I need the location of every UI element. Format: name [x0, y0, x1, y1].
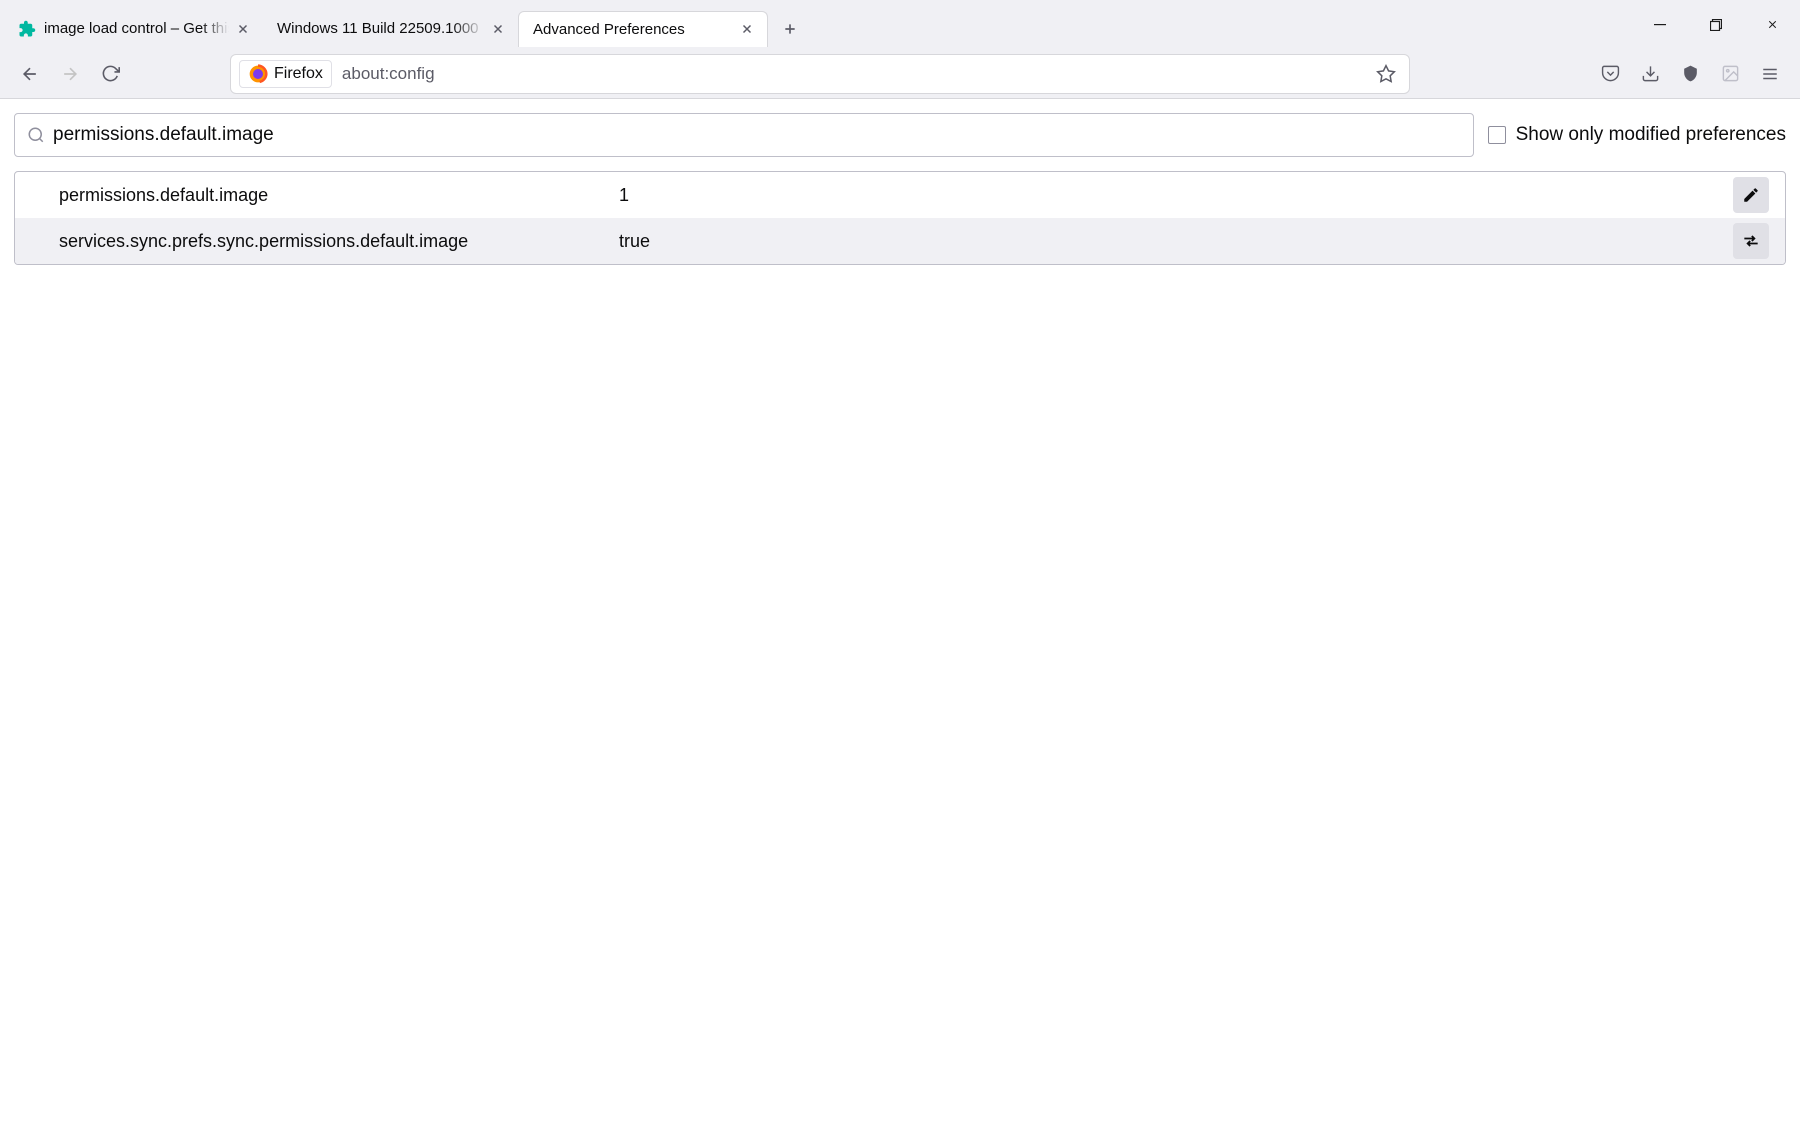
new-tab-button[interactable] [772, 11, 808, 47]
close-window-button[interactable] [1744, 0, 1800, 49]
pref-table: permissions.default.image 1 services.syn… [14, 171, 1786, 265]
close-icon[interactable] [737, 19, 757, 39]
close-icon[interactable] [488, 19, 508, 39]
pocket-icon[interactable] [1590, 54, 1630, 94]
puzzle-icon [18, 20, 36, 38]
url-bar[interactable]: Firefox about:config [230, 54, 1410, 94]
pref-row[interactable]: services.sync.prefs.sync.permissions.def… [15, 218, 1785, 264]
search-icon [27, 126, 45, 144]
pref-name: services.sync.prefs.sync.permissions.def… [59, 231, 619, 252]
window-controls [1632, 0, 1800, 49]
edit-button[interactable] [1733, 177, 1769, 213]
pref-value: 1 [619, 185, 1733, 206]
tab-2-active[interactable]: Advanced Preferences [518, 11, 768, 47]
image-icon[interactable] [1710, 54, 1750, 94]
tab-bar: image load control – Get this Ex Windows… [0, 0, 1800, 49]
pref-value: true [619, 231, 1733, 252]
close-icon[interactable] [233, 19, 253, 39]
toggle-button[interactable] [1733, 223, 1769, 259]
url-identity-box[interactable]: Firefox [239, 60, 332, 88]
search-input[interactable] [53, 124, 1461, 146]
firefox-icon [248, 64, 268, 84]
shield-icon[interactable] [1670, 54, 1710, 94]
tab-title-1: Windows 11 Build 22509.1000 rolls [277, 20, 484, 37]
maximize-button[interactable] [1688, 0, 1744, 49]
url-text: about:config [342, 64, 1371, 84]
pref-row[interactable]: permissions.default.image 1 [15, 172, 1785, 218]
show-modified-checkbox[interactable]: Show only modified preferences [1488, 124, 1786, 146]
pref-name: permissions.default.image [59, 185, 619, 206]
tab-title-2: Advanced Preferences [533, 21, 733, 38]
tab-1[interactable]: Windows 11 Build 22509.1000 rolls [263, 11, 518, 47]
back-button[interactable] [10, 54, 50, 94]
show-modified-label: Show only modified preferences [1516, 124, 1786, 146]
tab-title-0: image load control – Get this Ex [44, 20, 229, 37]
url-identity-label: Firefox [274, 65, 323, 83]
bookmark-star-icon[interactable] [1371, 59, 1401, 89]
config-content: Show only modified preferences permissio… [0, 99, 1800, 279]
forward-button[interactable] [50, 54, 90, 94]
tab-0[interactable]: image load control – Get this Ex [8, 11, 263, 47]
downloads-icon[interactable] [1630, 54, 1670, 94]
search-box[interactable] [14, 113, 1474, 157]
checkbox-icon [1488, 126, 1506, 144]
minimize-button[interactable] [1632, 0, 1688, 49]
search-row: Show only modified preferences [14, 113, 1786, 157]
menu-icon[interactable] [1750, 54, 1790, 94]
toolbar: Firefox about:config [0, 49, 1800, 99]
toolbar-icons [1590, 54, 1790, 94]
reload-button[interactable] [90, 54, 130, 94]
